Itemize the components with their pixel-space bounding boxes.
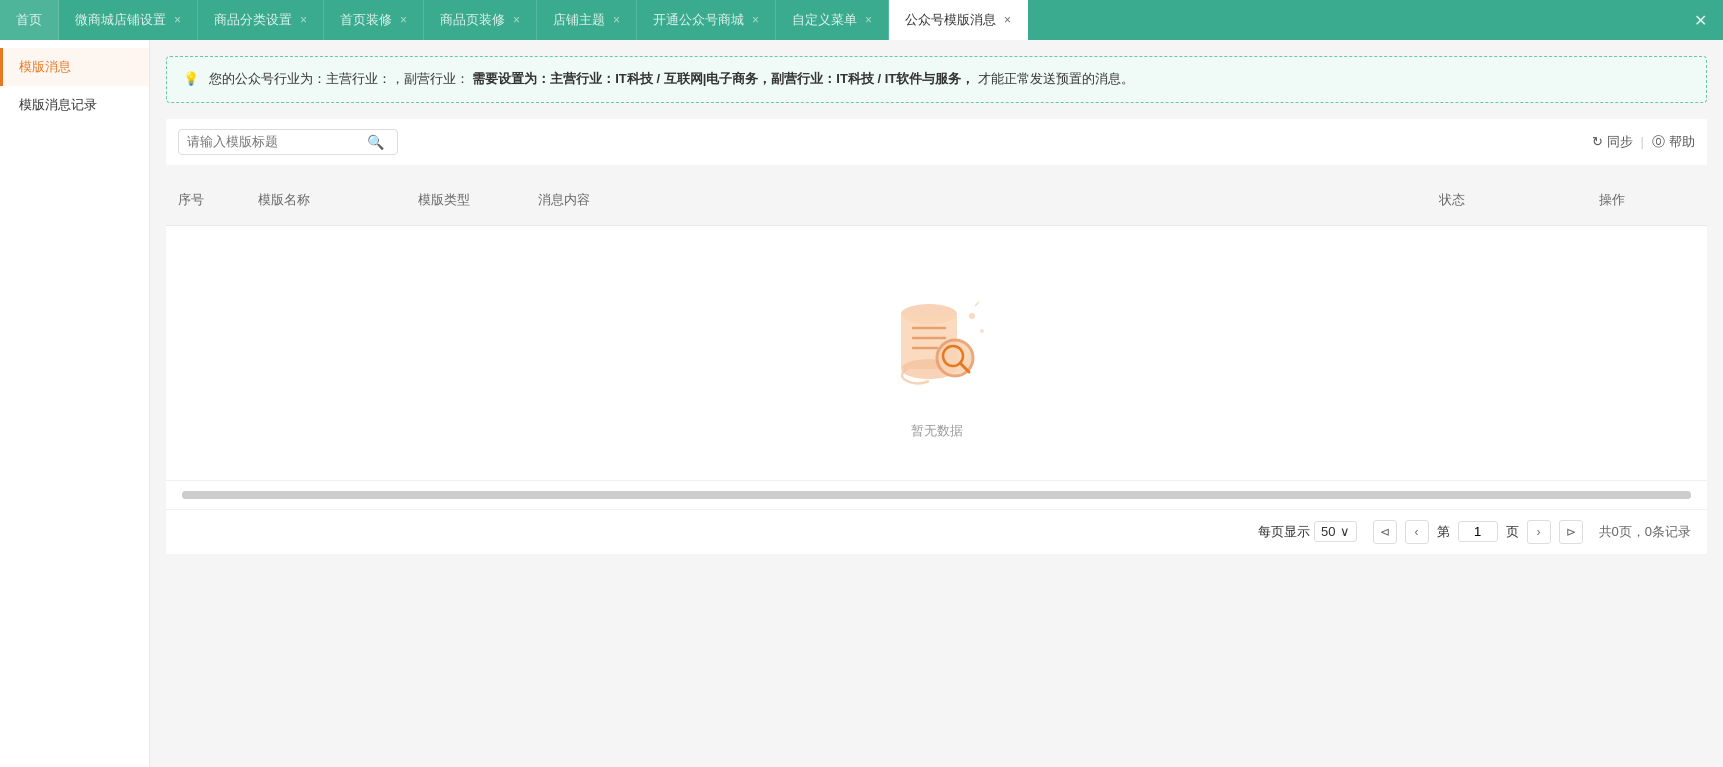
page-di-label: 第 [1437,523,1450,541]
notice-highlight: 需要设置为：主营行业：IT科技 / 互联网|电子商务，副营行业：IT科技 / I… [472,71,974,86]
empty-state: 暂无数据 [166,226,1707,480]
toolbar-right: ↻ 同步 | ⓪ 帮助 [1592,133,1695,151]
table-header-操作: 操作 [1587,185,1707,215]
main-layout: 模版消息模版消息记录 💡 您的公众号行业为：主营行业：，副营行业： 需要设置为：… [0,40,1723,767]
tab-close-wechat-shop[interactable]: × [174,13,181,27]
page-number-input[interactable] [1458,521,1498,542]
help-label: 帮助 [1669,133,1695,151]
tab-product-category[interactable]: 商品分类设置× [198,0,324,40]
chevron-down-icon: ∨ [1340,524,1350,539]
page-size-label: 每页显示 [1258,523,1310,541]
tab-close-custom-menu[interactable]: × [865,13,872,27]
bulb-icon: 💡 [183,71,199,86]
pagination: 每页显示 50 ∨ ⊲ ‹ 第 页 › ⊳ 共0页，0条记录 [166,509,1707,554]
tab-shop-theme[interactable]: 店铺主题× [537,0,637,40]
tab-bar: 首页微商城店铺设置×商品分类设置×首页装修×商品页装修×店铺主题×开通公众号商城… [0,0,1723,40]
table-header-模版类型: 模版类型 [406,185,526,215]
search-input[interactable] [187,134,367,149]
page-size-dropdown[interactable]: 50 ∨ [1314,521,1356,542]
tab-wechat-shop[interactable]: 微商城店铺设置× [59,0,198,40]
sync-label: 同步 [1607,133,1633,151]
svg-line-11 [975,302,979,306]
page-summary: 共0页，0条记录 [1599,523,1691,541]
scrollbar-row [166,480,1707,509]
table-header-模版名称: 模版名称 [246,185,406,215]
svg-point-10 [980,329,984,333]
search-input-wrap[interactable]: 🔍 [178,129,398,155]
last-page-button[interactable]: ⊳ [1559,520,1583,544]
sidebar: 模版消息模版消息记录 [0,40,150,767]
prev-page-button[interactable]: ‹ [1405,520,1429,544]
notice-suffix: 才能正常发送预置的消息。 [978,71,1134,86]
sync-button[interactable]: ↻ 同步 [1592,133,1633,151]
data-table: 序号模版名称模版类型消息内容状态操作 [166,175,1707,554]
tab-close-home-decor[interactable]: × [400,13,407,27]
tab-home-decor[interactable]: 首页装修× [324,0,424,40]
search-icon[interactable]: 🔍 [367,134,384,150]
tab-home[interactable]: 首页 [0,0,59,40]
help-icon: ⓪ [1652,133,1665,151]
svg-point-9 [969,313,975,319]
notice-box: 💡 您的公众号行业为：主营行业：，副营行业： 需要设置为：主营行业：IT科技 /… [166,56,1707,103]
page-size-value: 50 [1321,524,1335,539]
notice-prefix: 您的公众号行业为：主营行业：，副营行业： [209,71,469,86]
page-unit-label: 页 [1506,523,1519,541]
sidebar-item-template-msg-log[interactable]: 模版消息记录 [0,86,149,124]
content-area: 💡 您的公众号行业为：主营行业：，副营行业： 需要设置为：主营行业：IT科技 /… [150,40,1723,767]
tab-close-open-mall[interactable]: × [752,13,759,27]
page-size-select: 每页显示 50 ∨ [1258,521,1356,542]
table-header-状态: 状态 [1427,185,1587,215]
tab-template-msg[interactable]: 公众号模版消息× [889,0,1028,40]
tab-custom-menu[interactable]: 自定义菜单× [776,0,889,40]
tab-product-decor[interactable]: 商品页装修× [424,0,537,40]
tab-open-mall[interactable]: 开通公众号商城× [637,0,776,40]
table-header: 序号模版名称模版类型消息内容状态操作 [166,175,1707,226]
tab-close-template-msg[interactable]: × [1004,13,1011,27]
sidebar-item-template-msg[interactable]: 模版消息 [0,48,149,86]
empty-icon [877,286,997,406]
horizontal-scrollbar[interactable] [182,491,1691,499]
search-row: 🔍 ↻ 同步 | ⓪ 帮助 [166,119,1707,165]
empty-text: 暂无数据 [911,422,963,440]
first-page-button[interactable]: ⊲ [1373,520,1397,544]
table-header-消息内容: 消息内容 [526,185,1427,215]
tab-close-product-decor[interactable]: × [513,13,520,27]
close-all-button[interactable]: ✕ [1678,11,1723,30]
tab-close-product-category[interactable]: × [300,13,307,27]
next-page-button[interactable]: › [1527,520,1551,544]
tab-close-shop-theme[interactable]: × [613,13,620,27]
scrollbar-thumb[interactable] [182,491,1691,499]
help-button[interactable]: ⓪ 帮助 [1652,133,1695,151]
divider: | [1641,134,1644,149]
table-header-序号: 序号 [166,185,246,215]
sync-icon: ↻ [1592,134,1603,149]
